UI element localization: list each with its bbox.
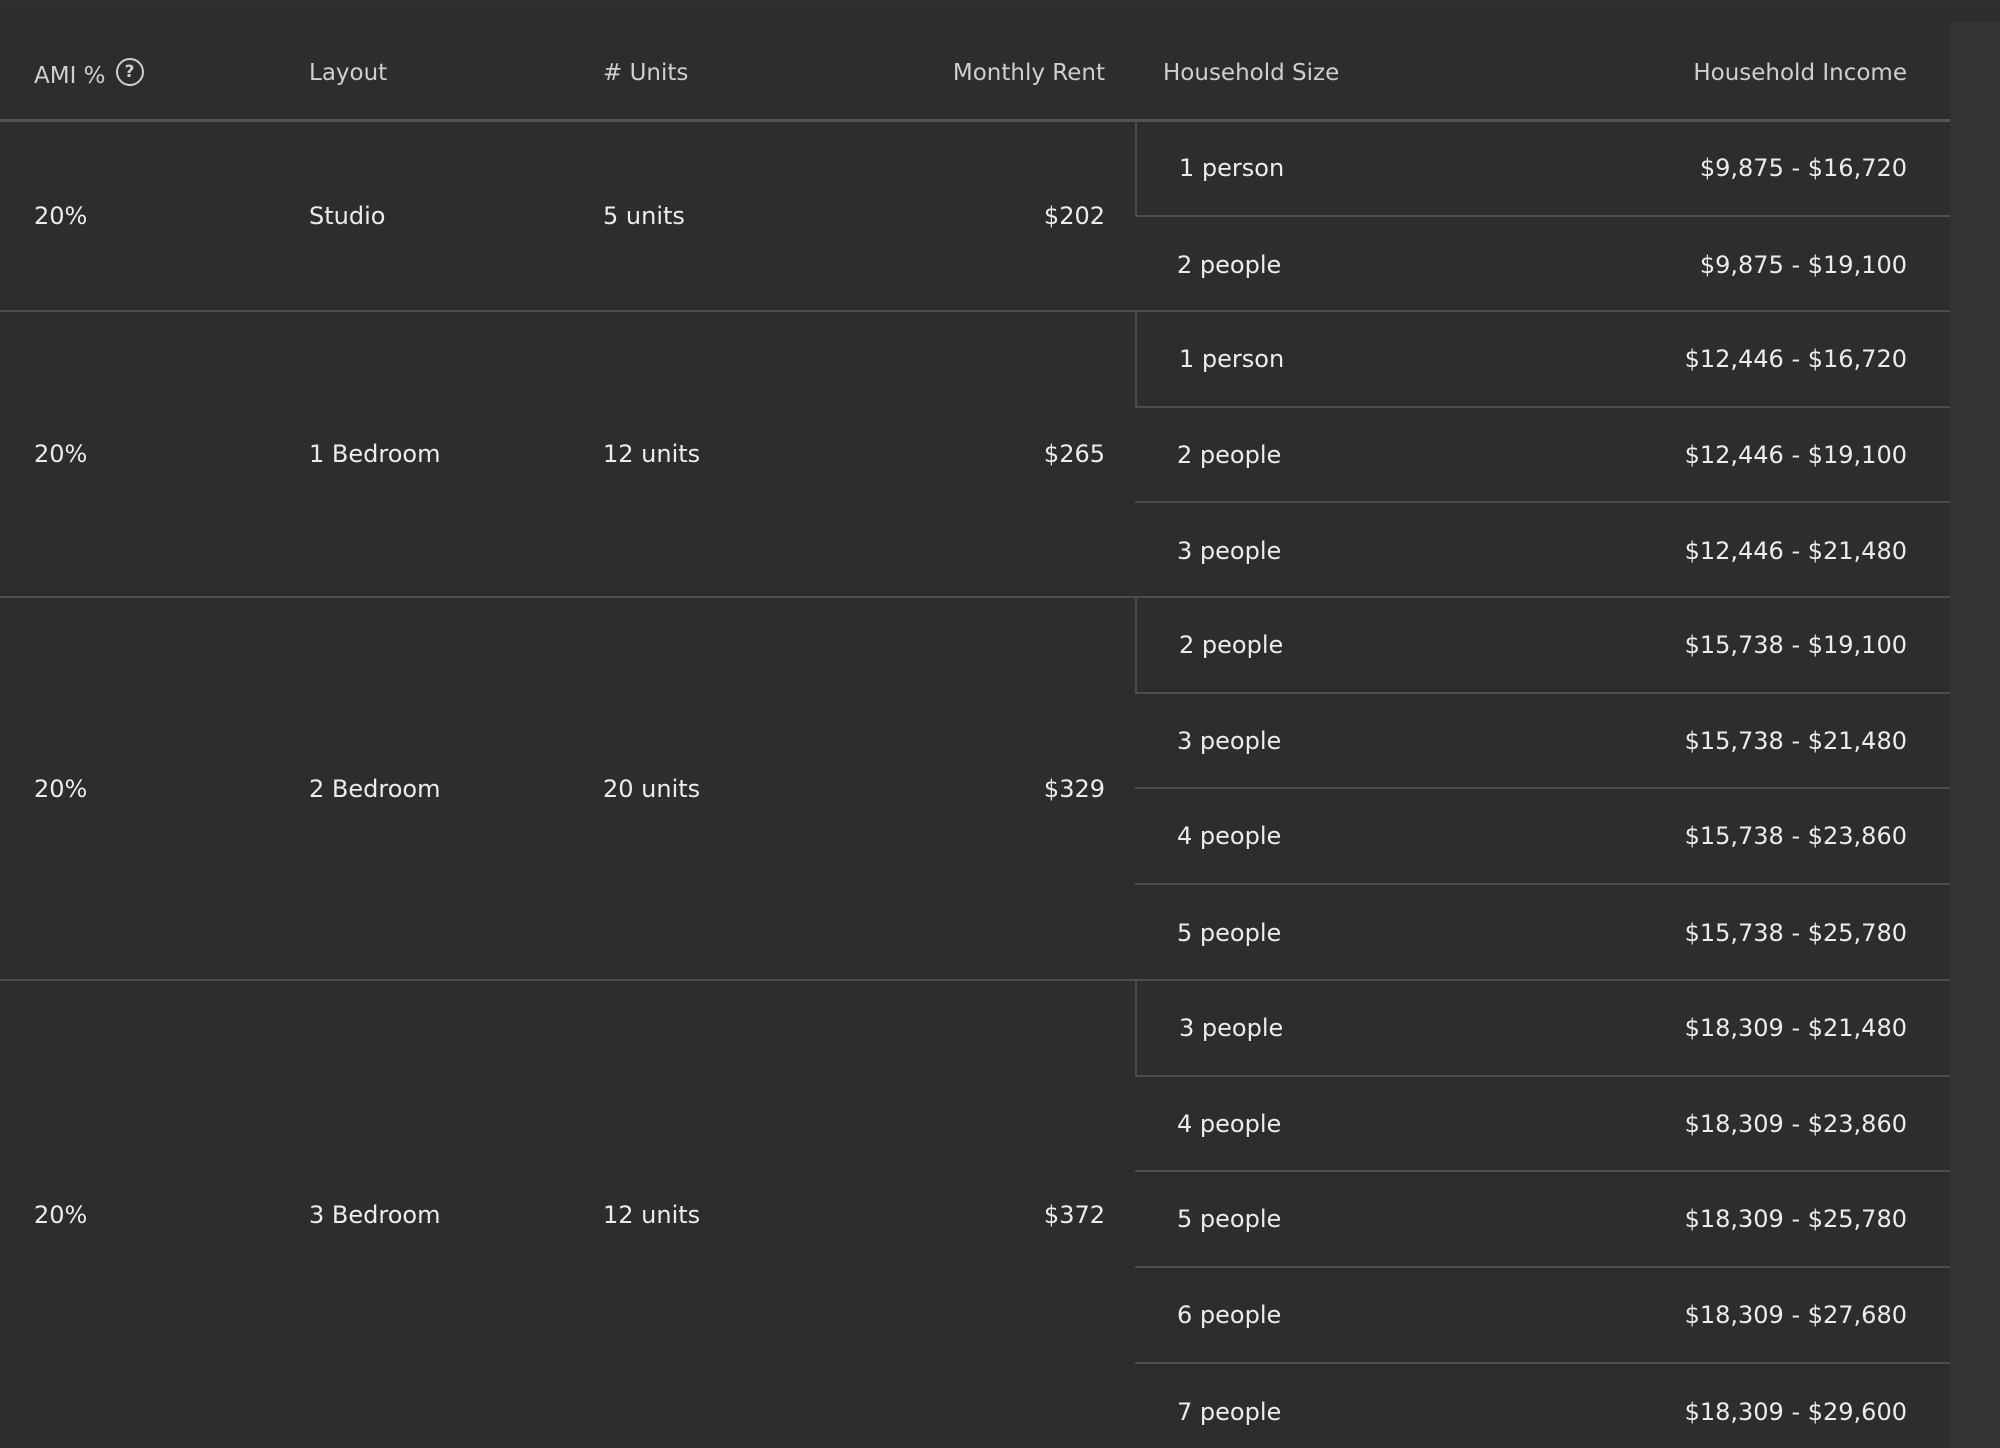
household-row: 2 people $12,446 - $19,100: [1135, 408, 1950, 504]
household-size-cell: 5 people: [1177, 918, 1282, 947]
household-income-cell: $18,309 - $21,480: [1684, 1013, 1907, 1042]
monthly-rent-cell: $265: [1043, 440, 1105, 468]
household-income-cell: $15,738 - $23,860: [1684, 822, 1907, 851]
layout-cell: 1 Bedroom: [309, 440, 441, 468]
household-income-cell: $18,309 - $29,600: [1684, 1397, 1907, 1426]
layout-cell: 3 Bedroom: [309, 1200, 441, 1229]
household-size-cell: 3 people: [1177, 537, 1282, 566]
household-row: 3 people $18,309 - $21,480: [1135, 981, 1950, 1077]
ami-cell: 20%: [34, 440, 88, 468]
household-row: 6 people $18,309 - $27,680: [1135, 1268, 1950, 1364]
household-row: 2 people $15,738 - $19,100: [1135, 598, 1950, 694]
help-icon[interactable]: ?: [115, 58, 144, 86]
units-cell: 12 units: [603, 440, 701, 468]
household-size-cell: 2 people: [1177, 250, 1282, 279]
table-row-group: 20% 3 Bedroom 12 units $372 3 people $18,309 …: [0, 981, 1950, 1448]
table-header: AMI %? Layout # Units Monthly Rent House…: [0, 0, 1950, 122]
household-income-cell: $18,309 - $27,680: [1684, 1300, 1907, 1329]
header-household-size: Household Size: [1163, 60, 1340, 86]
household-income-cell: $15,738 - $19,100: [1684, 630, 1907, 659]
monthly-rent-cell: $329: [1043, 774, 1105, 803]
household-row: 2 people $9,875 - $19,100: [1135, 217, 1950, 313]
household-size-cell: 1 person: [1179, 344, 1285, 373]
household-row: 3 people $15,738 - $21,480: [1135, 694, 1950, 790]
ami-cell: 20%: [34, 201, 88, 230]
header-ami-label: AMI %: [34, 63, 106, 89]
household-size-cell: 2 people: [1179, 630, 1284, 659]
units-cell: 5 units: [603, 201, 685, 230]
household-income-cell: $18,309 - $23,860: [1684, 1109, 1907, 1138]
table-row-group: 20% Studio 5 units $202 1 person $9,875 - $16…: [0, 121, 1950, 312]
household-size-cell: 4 people: [1177, 822, 1282, 851]
monthly-rent-cell: $372: [1043, 1200, 1105, 1229]
household-income-cell: $15,738 - $25,780: [1684, 918, 1907, 947]
household-row: 5 people $18,309 - $25,780: [1135, 1172, 1950, 1269]
household-size-cell: 3 people: [1177, 726, 1282, 755]
household-size-cell: 7 people: [1177, 1397, 1282, 1426]
table-row-group: 20% 1 Bedroom 12 units $265 1 person $12,446 …: [0, 312, 1950, 598]
household-subtable: 3 people $18,309 - $21,480 4 people $18,309…: [1135, 981, 1950, 1448]
header-household-income: Household Income: [1693, 60, 1907, 86]
table-row-group: 20% 2 Bedroom 20 units $329 2 people $15,738 …: [0, 598, 1950, 981]
layout-cell: Studio: [309, 201, 386, 230]
header-units: # Units: [603, 60, 689, 86]
household-size-cell: 3 people: [1179, 1013, 1284, 1042]
header-layout: Layout: [309, 60, 388, 86]
layout-cell: 2 Bedroom: [309, 774, 441, 803]
household-size-cell: 1 person: [1179, 153, 1285, 182]
household-row: 4 people $15,738 - $23,860: [1135, 789, 1950, 886]
household-subtable: 1 person $12,446 - $16,720 2 people $12,446…: [1135, 312, 1950, 596]
units-cell: 12 units: [603, 1200, 701, 1229]
household-row: 3 people $12,446 - $21,480: [1135, 503, 1950, 599]
household-row: 5 people $15,738 - $25,780: [1135, 885, 1950, 981]
household-income-cell: $12,446 - $19,100: [1684, 440, 1907, 469]
household-row: 1 person $9,875 - $16,720: [1135, 121, 1950, 217]
household-income-cell: $9,875 - $16,720: [1699, 153, 1907, 182]
household-income-cell: $12,446 - $21,480: [1684, 537, 1907, 566]
household-income-cell: $12,446 - $16,720: [1684, 344, 1907, 373]
header-monthly-rent: Monthly Rent: [952, 60, 1105, 86]
household-subtable: 1 person $9,875 - $16,720 2 people $9,875 -…: [1135, 121, 1950, 310]
ami-cell: 20%: [34, 774, 88, 803]
household-income-cell: $18,309 - $25,780: [1684, 1205, 1907, 1234]
household-size-cell: 5 people: [1177, 1205, 1282, 1234]
household-income-cell: $15,738 - $21,480: [1684, 726, 1907, 755]
household-size-cell: 6 people: [1177, 1300, 1282, 1329]
household-income-cell: $9,875 - $19,100: [1699, 250, 1907, 279]
household-row: 7 people $18,309 - $29,600: [1135, 1364, 1950, 1448]
household-size-cell: 2 people: [1177, 440, 1282, 469]
household-row: 1 person $12,446 - $16,720: [1135, 312, 1950, 408]
ami-cell: 20%: [34, 1200, 88, 1229]
affordability-table: AMI %? Layout # Units Monthly Rent House…: [0, 0, 2000, 1448]
units-cell: 20 units: [603, 774, 701, 803]
household-size-cell: 4 people: [1177, 1109, 1282, 1138]
monthly-rent-cell: $202: [1043, 201, 1105, 230]
household-row: 4 people $18,309 - $23,860: [1135, 1077, 1950, 1173]
household-subtable: 2 people $15,738 - $19,100 3 people $15,738…: [1135, 598, 1950, 979]
header-ami: AMI %?: [34, 58, 144, 91]
